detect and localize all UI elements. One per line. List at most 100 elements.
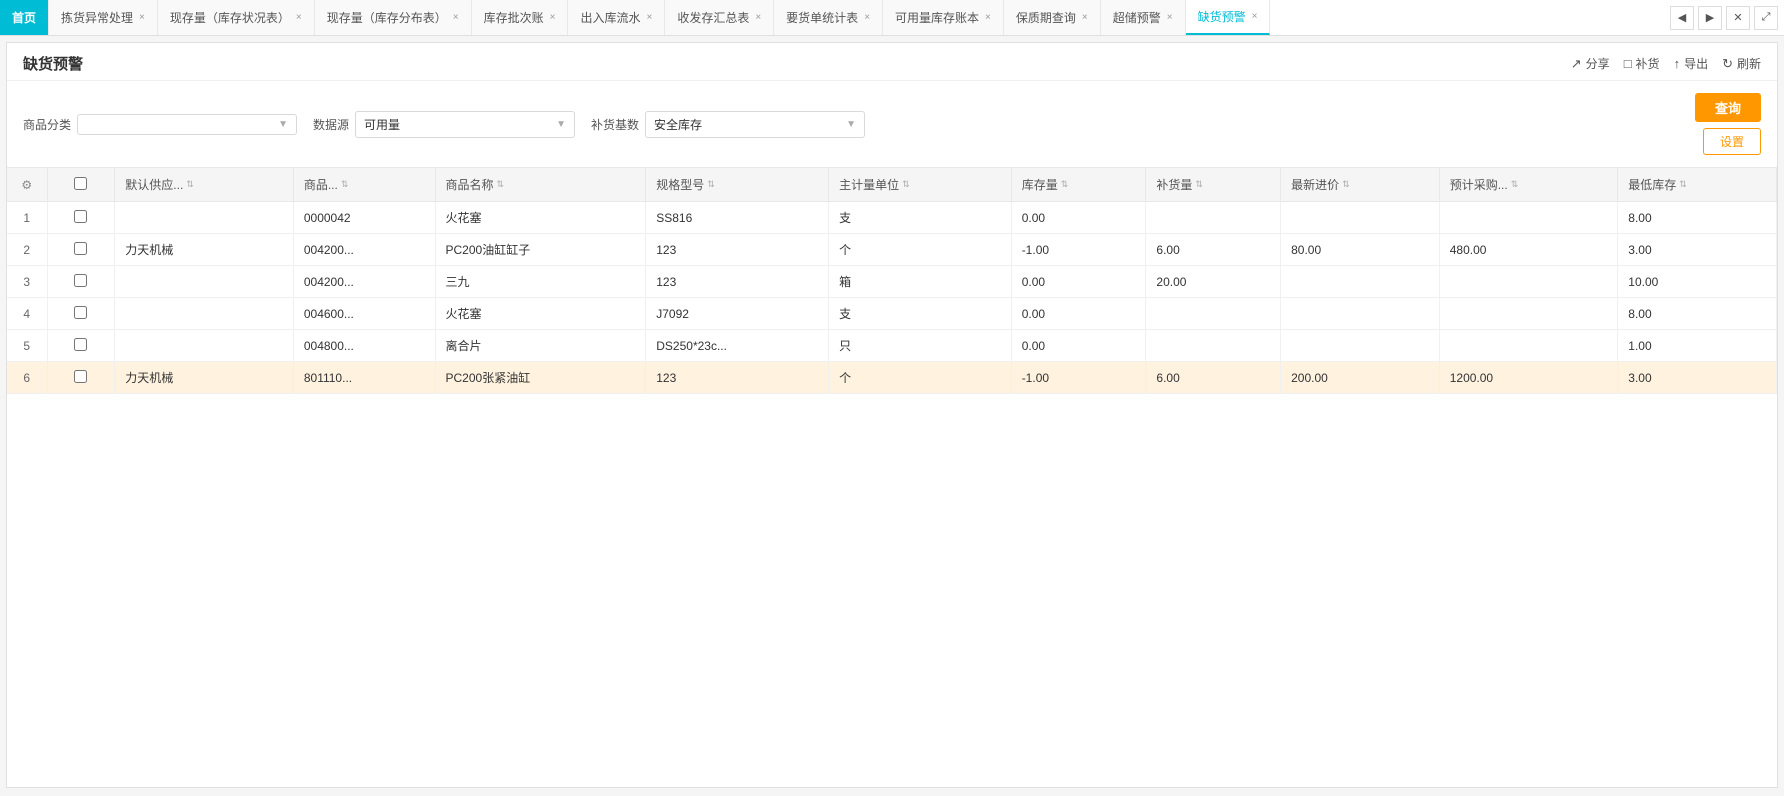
- row-product-code: 004800...: [293, 330, 435, 362]
- row-checkbox-cell[interactable]: [47, 298, 115, 330]
- row-spec: J7092: [646, 298, 829, 330]
- sort-unit-icon[interactable]: ⇅: [902, 179, 910, 190]
- tab-close-overstock[interactable]: ×: [1167, 12, 1173, 23]
- tab-batch-account[interactable]: 库存批次账 ×: [472, 0, 569, 35]
- sort-replenish-icon[interactable]: ⇅: [1195, 179, 1203, 190]
- tab-prev-btn[interactable]: ◀: [1670, 6, 1694, 30]
- row-product-name: PC200张紧油缸: [435, 362, 646, 394]
- sort-stock-icon[interactable]: ⇅: [1061, 179, 1069, 190]
- tab-close-recv-summary[interactable]: ×: [755, 12, 761, 23]
- row-checkbox[interactable]: [74, 242, 87, 255]
- tab-expiry-query[interactable]: 保质期查询 ×: [1004, 0, 1101, 35]
- row-checkbox-cell[interactable]: [47, 330, 115, 362]
- row-checkbox[interactable]: [74, 338, 87, 351]
- tab-inventory-dist[interactable]: 现存量（库存分布表） ×: [315, 0, 472, 35]
- table-row: 3 004200... 三九 123 箱 0.00 20.00 10.00: [7, 266, 1777, 298]
- datasource-label: 数据源: [313, 116, 349, 133]
- sort-supplier-icon[interactable]: ⇅: [186, 179, 194, 190]
- datasource-value: 可用量: [364, 116, 400, 133]
- row-default-supplier: [115, 202, 294, 234]
- tab-overstock[interactable]: 超储预警 ×: [1101, 0, 1186, 35]
- table-row: 5 004800... 离合片 DS250*23c... 只 0.00 1.00: [7, 330, 1777, 362]
- refresh-btn[interactable]: ↻ 刷新: [1722, 55, 1761, 72]
- col-product-name: 商品名称 ⇅: [435, 168, 646, 202]
- row-checkbox-cell[interactable]: [47, 234, 115, 266]
- row-num: 6: [7, 362, 47, 394]
- table-row: 4 004600... 火花塞 J7092 支 0.00 8.00: [7, 298, 1777, 330]
- tab-close-expiry-query[interactable]: ×: [1082, 12, 1088, 23]
- replenish-btn[interactable]: □ 补货: [1624, 55, 1660, 72]
- tab-home[interactable]: 首页: [0, 0, 49, 35]
- col-checkbox-all[interactable]: [47, 168, 115, 202]
- page-header: 缺货预警 ↗ 分享 □ 补货 ↑ 导出 ↻ 刷新: [7, 43, 1777, 81]
- row-checkbox[interactable]: [74, 370, 87, 383]
- row-default-supplier: [115, 266, 294, 298]
- col-stock: 库存量 ⇅: [1011, 168, 1146, 202]
- settings-button[interactable]: 设置: [1703, 128, 1761, 155]
- row-latest-price: [1281, 298, 1440, 330]
- filter-bar: 商品分类 ▼ 数据源 可用量 ▼ 补货基数 安全库存 ▼ 查询 设置: [7, 81, 1777, 167]
- sort-name-icon[interactable]: ⇅: [497, 179, 505, 190]
- tab-inout-flow[interactable]: 出入库流水 ×: [568, 0, 665, 35]
- row-checkbox-cell[interactable]: [47, 266, 115, 298]
- tab-close-inout-flow[interactable]: ×: [646, 12, 652, 23]
- tab-abnormal[interactable]: 拣货异常处理 ×: [49, 0, 158, 35]
- tab-close-batch-account[interactable]: ×: [550, 12, 556, 23]
- row-product-name: 火花塞: [435, 202, 646, 234]
- page-title: 缺货预警: [23, 53, 83, 74]
- tab-close-inventory-dist[interactable]: ×: [453, 12, 459, 23]
- table-body: 1 0000042 火花塞 SS816 支 0.00 8.00 2 力天机械 0…: [7, 202, 1777, 394]
- tab-next-btn[interactable]: ▶: [1698, 6, 1722, 30]
- gear-settings-icon[interactable]: ⚙: [17, 178, 37, 192]
- row-min-stock: 8.00: [1618, 298, 1777, 330]
- tab-close-available-ledger[interactable]: ×: [985, 12, 991, 23]
- export-icon: ↑: [1674, 56, 1681, 71]
- data-table: ⚙ 默认供应... ⇅ 商品... ⇅: [7, 167, 1777, 394]
- category-select[interactable]: ▼: [77, 114, 297, 135]
- row-checkbox[interactable]: [74, 210, 87, 223]
- category-label: 商品分类: [23, 116, 71, 133]
- tab-order-stat[interactable]: 要货单统计表 ×: [774, 0, 883, 35]
- col-gear[interactable]: ⚙: [7, 168, 47, 202]
- tab-close-order-stat[interactable]: ×: [864, 12, 870, 23]
- row-checkbox-cell[interactable]: [47, 362, 115, 394]
- row-num: 4: [7, 298, 47, 330]
- tab-recv-summary[interactable]: 收发存汇总表 ×: [665, 0, 774, 35]
- row-stock: 0.00: [1011, 266, 1146, 298]
- select-all-checkbox[interactable]: [74, 177, 87, 190]
- col-replenish-qty: 补货量 ⇅: [1146, 168, 1281, 202]
- row-latest-price: 80.00: [1281, 234, 1440, 266]
- filter-group-category: 商品分类 ▼: [23, 114, 297, 135]
- tab-expand-btn[interactable]: ⤢: [1754, 6, 1778, 30]
- share-btn[interactable]: ↗ 分享: [1571, 55, 1610, 72]
- sort-code-icon[interactable]: ⇅: [341, 179, 349, 190]
- sort-min-icon[interactable]: ⇅: [1679, 179, 1687, 190]
- col-default-supplier: 默认供应... ⇅: [115, 168, 294, 202]
- row-checkbox[interactable]: [74, 306, 87, 319]
- row-checkbox[interactable]: [74, 274, 87, 287]
- row-stock: -1.00: [1011, 362, 1146, 394]
- tab-close-shortage[interactable]: ×: [1252, 11, 1258, 22]
- tab-close-inventory-status[interactable]: ×: [296, 12, 302, 23]
- row-product-code: 004200...: [293, 266, 435, 298]
- replenish-base-chevron-icon: ▼: [846, 119, 856, 130]
- row-checkbox-cell[interactable]: [47, 202, 115, 234]
- row-est-purchase: [1439, 202, 1618, 234]
- col-est-purchase: 预计采购... ⇅: [1439, 168, 1618, 202]
- replenish-base-select[interactable]: 安全库存 ▼: [645, 111, 865, 138]
- tab-inventory-status[interactable]: 现存量（库存状况表） ×: [158, 0, 315, 35]
- row-replenish-qty: [1146, 202, 1281, 234]
- datasource-select[interactable]: 可用量 ▼: [355, 111, 575, 138]
- tab-available-ledger[interactable]: 可用量库存账本 ×: [883, 0, 1004, 35]
- sort-est-icon[interactable]: ⇅: [1511, 179, 1519, 190]
- tab-shortage[interactable]: 缺货预警 ×: [1186, 0, 1271, 35]
- row-spec: DS250*23c...: [646, 330, 829, 362]
- sort-spec-icon[interactable]: ⇅: [707, 179, 715, 190]
- sort-price-icon[interactable]: ⇅: [1342, 179, 1350, 190]
- row-num: 3: [7, 266, 47, 298]
- tab-close-abnormal[interactable]: ×: [139, 12, 145, 23]
- row-product-name: 离合片: [435, 330, 646, 362]
- tab-close-all-btn[interactable]: ✕: [1726, 6, 1750, 30]
- query-button[interactable]: 查询: [1695, 93, 1761, 122]
- export-btn[interactable]: ↑ 导出: [1674, 55, 1709, 72]
